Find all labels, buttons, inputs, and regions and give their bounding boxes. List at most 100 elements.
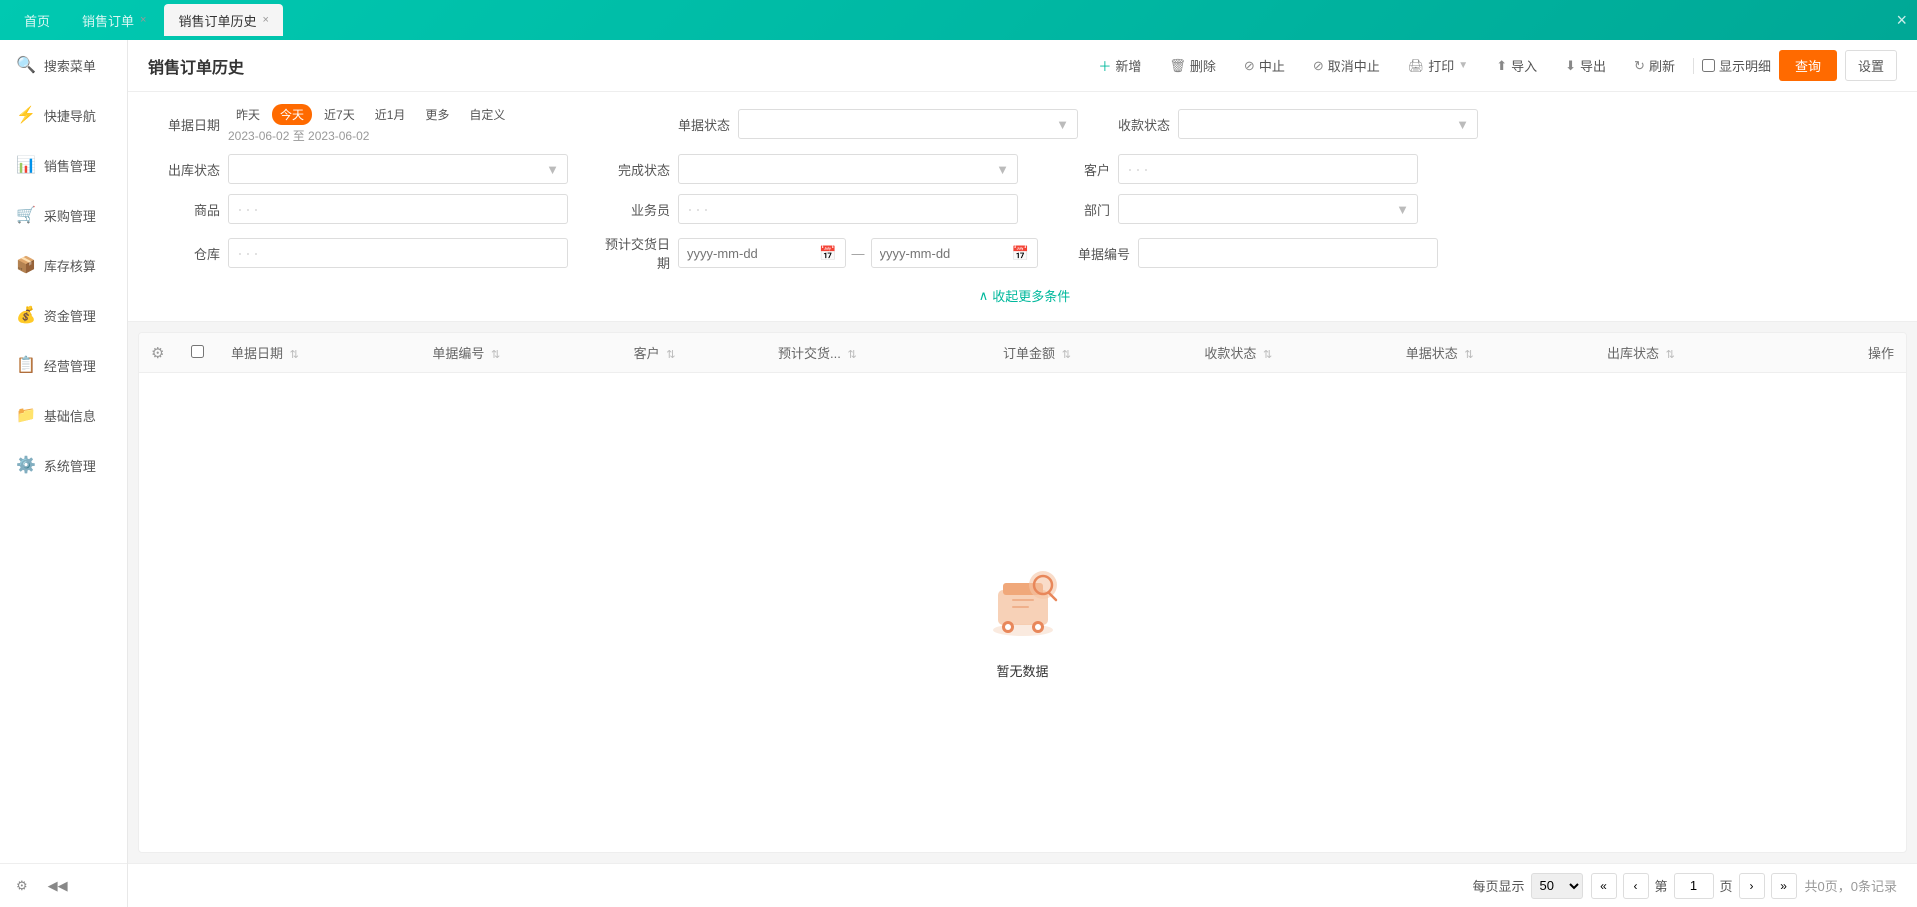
collapse-bar[interactable]: ∧ 收起更多条件 <box>148 282 1897 309</box>
page-label-pre: 第 <box>1655 876 1668 895</box>
th-out-status[interactable]: 出库状态 ⇅ <box>1595 333 1796 373</box>
print-icon: 🖨 <box>1408 58 1425 74</box>
sidebar-item-sales-mgmt[interactable]: 📊 销售管理 <box>0 140 127 190</box>
delete-label: 删除 <box>1190 56 1216 75</box>
operations-icon: 📋 <box>16 355 36 375</box>
th-expected-date-sort-icon: ⇅ <box>847 349 856 361</box>
collapse-label: 收起更多条件 <box>992 286 1070 305</box>
print-button[interactable]: 🖨 打印 ▼ <box>1398 51 1478 80</box>
query-button[interactable]: 查询 <box>1779 50 1837 81</box>
sidebar-item-inventory[interactable]: 📦 库存核算 <box>0 240 127 290</box>
out-status-label: 出库状态 <box>148 160 228 179</box>
sidebar-item-operations[interactable]: 📋 经营管理 <box>0 340 127 390</box>
sidebar-settings-icon[interactable]: ⚙ <box>16 878 28 894</box>
date-tag-today[interactable]: 今天 <box>272 104 312 125</box>
goods-input[interactable]: ··· <box>228 194 568 224</box>
sidebar-item-finance[interactable]: 💰 资金管理 <box>0 290 127 340</box>
tab-home[interactable]: 首页 <box>10 4 64 36</box>
cancel-stop-button[interactable]: ⊘ 取消中止 <box>1303 51 1390 80</box>
sidebar-item-system-mgmt[interactable]: ⚙️ 系统管理 <box>0 440 127 490</box>
prev-page-button[interactable]: ‹ <box>1623 873 1649 899</box>
sidebar-item-purchase-mgmt[interactable]: 🛒 采购管理 <box>0 190 127 240</box>
receipt-status-select[interactable]: ▼ <box>1178 109 1478 139</box>
sidebar-item-operations-label: 经营管理 <box>44 356 96 375</box>
tab-sales-order-close[interactable]: × <box>140 14 146 26</box>
date-tag-7days[interactable]: 近7天 <box>316 104 363 125</box>
calendar-start-icon[interactable]: 📅 <box>819 245 836 262</box>
sidebar-item-basic-info[interactable]: 📁 基础信息 <box>0 390 127 440</box>
settings-icon[interactable]: ⚙ <box>151 345 164 362</box>
date-tags: 昨天 今天 近7天 近1月 更多 自定义 <box>228 104 628 125</box>
th-bill-status-sort-icon: ⇅ <box>1464 349 1473 361</box>
sidebar-collapse-icon[interactable]: ◀◀ <box>48 878 68 894</box>
customer-input[interactable]: ··· <box>1118 154 1418 184</box>
page-number-input[interactable] <box>1674 873 1714 899</box>
sidebar-item-search-menu[interactable]: 🔍 搜索菜单 <box>0 40 127 90</box>
table-head: ⚙ 单据日期 ⇅ 单据编号 ⇅ <box>139 333 1906 373</box>
select-all-checkbox[interactable] <box>191 345 204 358</box>
date-tag-custom[interactable]: 自定义 <box>461 104 513 125</box>
sidebar-item-search-menu-label: 搜索菜单 <box>44 56 96 75</box>
display-dense-checkbox[interactable] <box>1702 59 1715 72</box>
expected-date-end[interactable] <box>880 246 1012 261</box>
th-check[interactable] <box>179 333 219 373</box>
complete-select[interactable]: ▼ <box>678 154 1018 184</box>
page-size-dropdown[interactable]: 50 10 20 100 <box>1531 873 1583 899</box>
calendar-end-icon[interactable]: 📅 <box>1012 245 1029 262</box>
expected-date-start[interactable] <box>687 246 819 261</box>
divider <box>1693 58 1694 74</box>
status-select[interactable]: ▼ <box>738 109 1078 139</box>
cancel-stop-label: 取消中止 <box>1328 56 1380 75</box>
warehouse-input[interactable]: ··· <box>228 238 568 268</box>
delete-button[interactable]: 🗑 删除 <box>1159 51 1226 80</box>
th-out-status-sort-icon: ⇅ <box>1666 349 1675 361</box>
tab-sales-order[interactable]: 销售订单 × <box>68 4 160 36</box>
import-button[interactable]: ⬆ 导入 <box>1486 51 1547 80</box>
tab-sales-order-history-close[interactable]: × <box>262 14 268 26</box>
th-receipt-status[interactable]: 收款状态 ⇅ <box>1192 333 1393 373</box>
tab-sales-order-history-label: 销售订单历史 <box>178 11 256 30</box>
th-number[interactable]: 单据编号 ⇅ <box>420 333 621 373</box>
th-customer[interactable]: 客户 ⇅ <box>622 333 766 373</box>
main-layout: 🔍 搜索菜单 ⚡ 快捷导航 📊 销售管理 🛒 采购管理 📦 库存核算 💰 资金管… <box>0 40 1917 907</box>
page-title: 销售订单历史 <box>148 54 244 78</box>
department-select[interactable]: ▼ <box>1118 194 1418 224</box>
date-tag-yesterday[interactable]: 昨天 <box>228 104 268 125</box>
content-area: 销售订单历史 ＋ 新增 🗑 删除 ⊘ 中止 ⊘ 取消中止 <box>128 40 1917 907</box>
date-tag-more[interactable]: 更多 <box>417 104 457 125</box>
basic-info-icon: 📁 <box>16 405 36 425</box>
refresh-label: 刷新 <box>1649 56 1675 75</box>
refresh-icon: ↻ <box>1634 58 1645 74</box>
th-amount-sort-icon: ⇅ <box>1062 349 1071 361</box>
tab-sales-order-history[interactable]: 销售订单历史 × <box>164 4 282 36</box>
receipt-dropdown-icon: ▼ <box>1456 117 1469 132</box>
sidebar-item-quick-nav[interactable]: ⚡ 快捷导航 <box>0 90 127 140</box>
first-page-button[interactable]: « <box>1591 873 1617 899</box>
order-no-input[interactable] <box>1138 238 1438 268</box>
stop-button[interactable]: ⊘ 中止 <box>1234 51 1295 80</box>
add-button[interactable]: ＋ 新增 <box>1088 51 1151 80</box>
empty-state: 暂无数据 <box>139 373 1906 852</box>
th-amount[interactable]: 订单金额 ⇅ <box>991 333 1192 373</box>
out-status-select[interactable]: ▼ <box>228 154 568 184</box>
last-page-button[interactable]: » <box>1771 873 1797 899</box>
th-date-sort-icon: ⇅ <box>290 349 299 361</box>
refresh-button[interactable]: ↻ 刷新 <box>1624 51 1685 80</box>
th-settings[interactable]: ⚙ <box>139 333 179 373</box>
sales-mgmt-icon: 📊 <box>16 155 36 175</box>
filter-row-2: 出库状态 ▼ 完成状态 ▼ 客户 ··· <box>148 154 1897 184</box>
settings-button[interactable]: 设置 <box>1845 50 1897 81</box>
status-label: 单据状态 <box>658 115 738 134</box>
quick-nav-icon: ⚡ <box>16 105 36 125</box>
display-dense-label[interactable]: 显示明细 <box>1702 56 1771 75</box>
export-button[interactable]: ⬇ 导出 <box>1555 51 1616 80</box>
th-customer-sort-icon: ⇅ <box>666 349 675 361</box>
page-label-post: 页 <box>1720 876 1733 895</box>
next-page-button[interactable]: › <box>1739 873 1765 899</box>
date-tag-1month[interactable]: 近1月 <box>367 104 414 125</box>
salesperson-input[interactable]: ··· <box>678 194 1018 224</box>
th-bill-status[interactable]: 单据状态 ⇅ <box>1394 333 1595 373</box>
window-close-button[interactable]: × <box>1896 10 1907 31</box>
th-expected-date[interactable]: 预计交货... ⇅ <box>766 333 991 373</box>
th-date[interactable]: 单据日期 ⇅ <box>219 333 420 373</box>
